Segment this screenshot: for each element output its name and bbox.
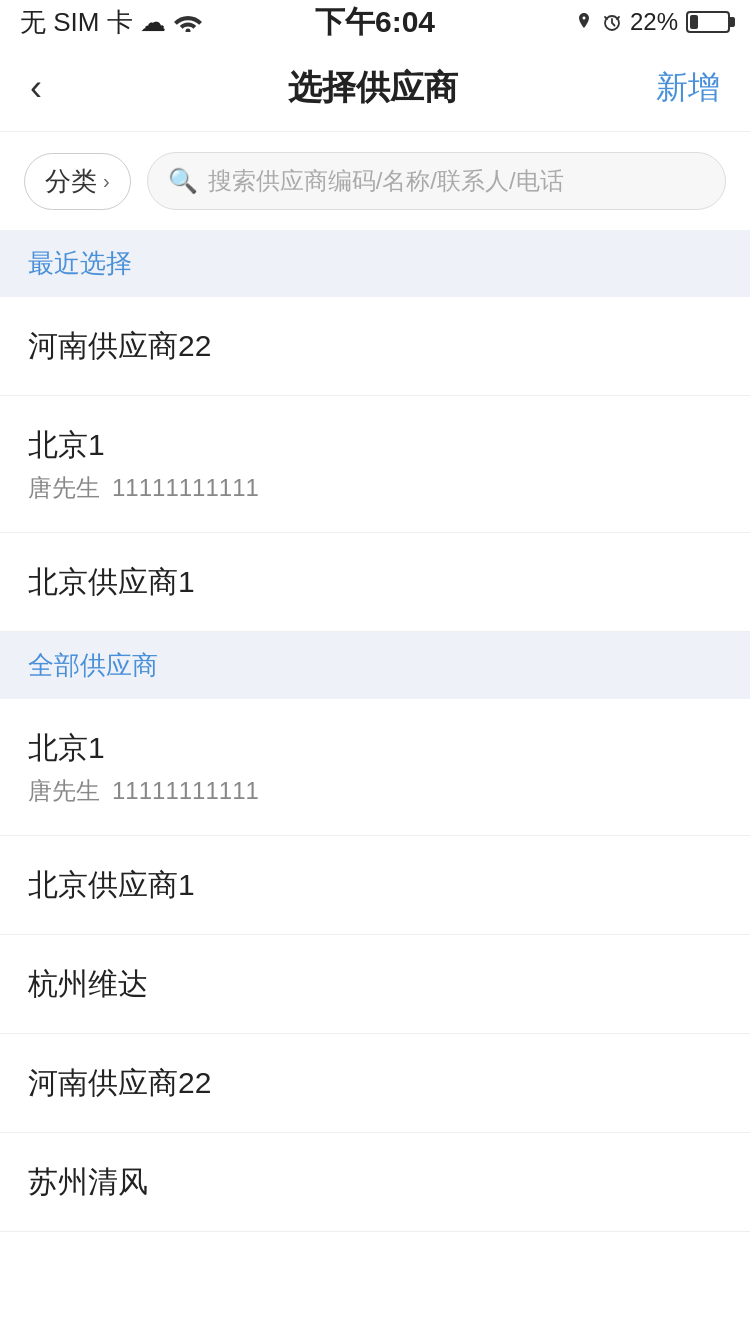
list-item[interactable]: 北京供应商1 bbox=[0, 836, 750, 935]
list-item[interactable]: 杭州维达 bbox=[0, 935, 750, 1034]
battery-fill bbox=[690, 15, 698, 29]
search-icon: 🔍 bbox=[168, 167, 198, 195]
status-right: 22% bbox=[574, 8, 730, 36]
alarm-icon bbox=[602, 12, 622, 32]
item-name: 北京供应商1 bbox=[28, 561, 722, 603]
item-name: 河南供应商22 bbox=[28, 1062, 722, 1104]
add-button[interactable]: 新增 bbox=[656, 66, 720, 110]
item-sub: 唐先生 11111111111 bbox=[28, 775, 722, 807]
list-item[interactable]: 北京1 唐先生 11111111111 bbox=[0, 699, 750, 836]
list-item[interactable]: 苏州清风 bbox=[0, 1133, 750, 1232]
recent-section-header: 最近选择 bbox=[0, 230, 750, 297]
recent-list: 河南供应商22 北京1 唐先生 11111111111 北京供应商1 bbox=[0, 297, 750, 632]
category-label: 分类 bbox=[45, 164, 97, 199]
item-name: 杭州维达 bbox=[28, 963, 722, 1005]
location-icon bbox=[574, 12, 594, 32]
list-item[interactable]: 河南供应商22 bbox=[0, 297, 750, 396]
back-button[interactable]: ‹ bbox=[30, 67, 90, 109]
svg-point-0 bbox=[185, 29, 190, 33]
page-title: 选择供应商 bbox=[288, 65, 458, 111]
all-list: 北京1 唐先生 11111111111 北京供应商1 杭州维达河南供应商22 苏州清风 bbox=[0, 699, 750, 1232]
item-name: 北京1 bbox=[28, 727, 722, 769]
list-item[interactable]: 河南供应商22 bbox=[0, 1034, 750, 1133]
list-item[interactable]: 北京1 唐先生 11111111111 bbox=[0, 396, 750, 533]
item-name: 北京供应商1 bbox=[28, 864, 722, 906]
status-left: 无 SIM 卡 ☁ bbox=[20, 5, 202, 40]
item-name: 北京1 bbox=[28, 424, 722, 466]
category-button[interactable]: 分类 › bbox=[24, 153, 131, 210]
no-sim-text: 无 SIM 卡 ☁ bbox=[20, 5, 166, 40]
filter-bar: 分类 › 🔍 搜索供应商编码/名称/联系人/电话 bbox=[0, 132, 750, 230]
item-phone: 11111111111 bbox=[112, 474, 259, 501]
status-bar: 无 SIM 卡 ☁ 下午6:04 22% bbox=[0, 0, 750, 44]
nav-bar: ‹ 选择供应商 新增 bbox=[0, 44, 750, 132]
battery-icon bbox=[686, 11, 730, 33]
item-name: 河南供应商22 bbox=[28, 325, 722, 367]
item-phone: 11111111111 bbox=[112, 777, 259, 804]
search-box[interactable]: 🔍 搜索供应商编码/名称/联系人/电话 bbox=[147, 152, 726, 210]
wifi-icon bbox=[174, 12, 202, 32]
item-contact: 唐先生 bbox=[28, 474, 100, 501]
list-item[interactable]: 北京供应商1 bbox=[0, 533, 750, 632]
battery-percent: 22% bbox=[630, 8, 678, 36]
chevron-right-icon: › bbox=[103, 170, 110, 193]
item-contact: 唐先生 bbox=[28, 777, 100, 804]
status-time: 下午6:04 bbox=[315, 2, 435, 43]
search-placeholder: 搜索供应商编码/名称/联系人/电话 bbox=[208, 165, 564, 197]
item-name: 苏州清风 bbox=[28, 1161, 722, 1203]
item-sub: 唐先生 11111111111 bbox=[28, 472, 722, 504]
all-section-header: 全部供应商 bbox=[0, 632, 750, 699]
